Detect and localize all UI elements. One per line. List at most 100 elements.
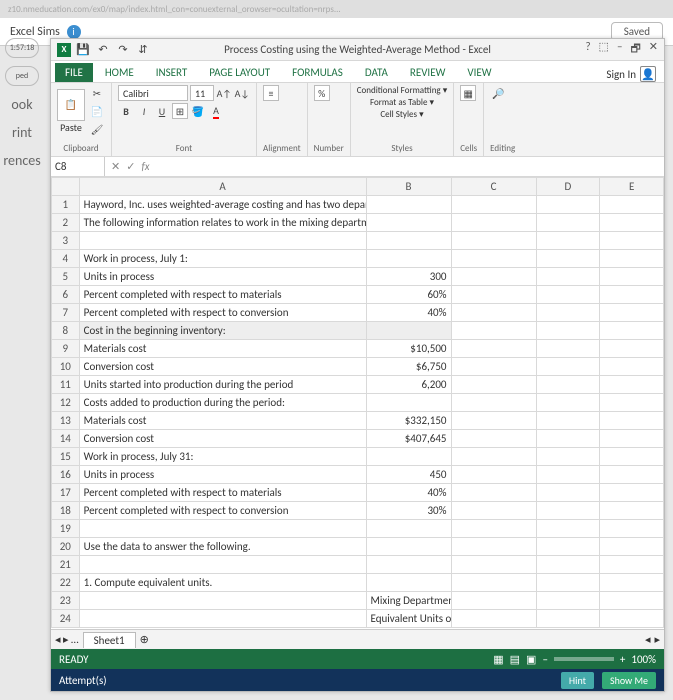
ribbon-options-icon[interactable]: ⬚ — [599, 40, 609, 59]
format-as-table-button[interactable]: Format as Table ▾ — [370, 97, 434, 108]
cell[interactable] — [600, 358, 664, 376]
cell[interactable] — [451, 304, 536, 322]
row-header[interactable]: 10 — [52, 358, 80, 376]
cell[interactable] — [536, 538, 600, 556]
cell[interactable] — [451, 268, 536, 286]
book-icon[interactable]: ook — [11, 94, 33, 114]
hint-button[interactable]: Hint — [561, 672, 594, 689]
alignment-icon[interactable]: ≡ — [263, 85, 279, 101]
cell[interactable] — [600, 250, 664, 268]
cell[interactable] — [366, 394, 451, 412]
cell[interactable] — [451, 430, 536, 448]
cell[interactable] — [536, 448, 600, 466]
cell[interactable] — [451, 196, 536, 214]
name-box[interactable]: C8 — [51, 157, 105, 176]
cell[interactable] — [451, 520, 536, 538]
cell[interactable] — [366, 448, 451, 466]
zoom-out-button[interactable]: – — [542, 653, 547, 666]
sidebar-item[interactable]: ped — [5, 66, 39, 86]
font-name-select[interactable]: Calibri — [118, 85, 188, 101]
cell[interactable]: $6,750 — [366, 358, 451, 376]
cell[interactable]: Use the data to answer the following. — [79, 538, 366, 556]
row-header[interactable]: 11 — [52, 376, 80, 394]
cell[interactable] — [366, 574, 451, 592]
cell[interactable]: 30% — [366, 502, 451, 520]
cell[interactable] — [600, 520, 664, 538]
cell[interactable] — [600, 574, 664, 592]
cell[interactable]: Percent completed with respect to materi… — [79, 286, 366, 304]
cell[interactable] — [451, 412, 536, 430]
fill-color-icon[interactable]: 🪣 — [190, 103, 206, 119]
cell[interactable] — [451, 322, 536, 340]
row-header[interactable]: 1 — [52, 196, 80, 214]
cell[interactable]: Materials cost — [79, 412, 366, 430]
cell[interactable]: $10,500 — [366, 340, 451, 358]
cell[interactable] — [536, 520, 600, 538]
cell[interactable] — [600, 322, 664, 340]
cell[interactable] — [600, 214, 664, 232]
percent-button[interactable]: % — [314, 85, 330, 101]
cell[interactable] — [600, 286, 664, 304]
conditional-formatting-button[interactable]: Conditional Formatting ▾ — [357, 85, 448, 96]
row-header[interactable]: 24 — [52, 610, 80, 628]
cell[interactable] — [536, 250, 600, 268]
bold-button[interactable]: B — [118, 103, 134, 119]
cell[interactable] — [366, 196, 451, 214]
cell[interactable] — [451, 574, 536, 592]
fx-icon[interactable]: fx — [141, 160, 149, 173]
cell[interactable] — [366, 538, 451, 556]
undo-icon[interactable]: ↶ — [95, 42, 111, 58]
cell[interactable] — [366, 232, 451, 250]
scroll-left-icon[interactable]: ◂ — [645, 633, 651, 646]
cell[interactable]: 450 — [366, 466, 451, 484]
cell[interactable] — [536, 412, 600, 430]
tab-view[interactable]: VIEW — [457, 63, 501, 82]
cell[interactable] — [451, 358, 536, 376]
cancel-formula-icon[interactable]: ✕ — [111, 160, 120, 173]
cell[interactable] — [366, 520, 451, 538]
cell[interactable]: Work in process, July 1: — [79, 250, 366, 268]
cell[interactable]: Cost in the beginning inventory: — [79, 322, 366, 340]
border-icon[interactable]: ⊞ — [172, 103, 188, 119]
cell[interactable]: The following information relates to wor… — [79, 214, 366, 232]
cell[interactable] — [536, 466, 600, 484]
cell[interactable] — [536, 394, 600, 412]
cell[interactable]: Percent completed with respect to conver… — [79, 502, 366, 520]
cell[interactable]: Percent completed with respect to materi… — [79, 484, 366, 502]
cell[interactable] — [366, 250, 451, 268]
editing-icon[interactable]: 🔎 — [490, 85, 506, 101]
touch-icon[interactable]: ⇵ — [135, 42, 151, 58]
cell[interactable] — [536, 268, 600, 286]
column-header-d[interactable]: D — [536, 178, 600, 196]
cell[interactable] — [79, 592, 366, 610]
cell[interactable]: $407,645 — [366, 430, 451, 448]
cell-styles-button[interactable]: Cell Styles ▾ — [380, 109, 423, 120]
row-header[interactable]: 7 — [52, 304, 80, 322]
cell[interactable]: 6,200 — [366, 376, 451, 394]
close-icon[interactable]: ✕ — [649, 40, 658, 59]
row-header[interactable]: 17 — [52, 484, 80, 502]
row-header[interactable]: 5 — [52, 268, 80, 286]
tab-formulas[interactable]: FORMULAS — [282, 63, 353, 82]
cell[interactable]: Percent completed with respect to conver… — [79, 304, 366, 322]
cell[interactable]: 40% — [366, 304, 451, 322]
cell[interactable] — [451, 232, 536, 250]
minimize-icon[interactable]: – — [617, 40, 622, 59]
sign-in-button[interactable]: Sign In 👤 — [606, 66, 656, 82]
cell[interactable] — [536, 340, 600, 358]
add-sheet-icon[interactable]: ⊕ — [140, 633, 149, 646]
row-header[interactable]: 18 — [52, 502, 80, 520]
cell[interactable] — [600, 484, 664, 502]
underline-button[interactable]: U — [154, 103, 170, 119]
cell[interactable] — [600, 448, 664, 466]
formula-bar-input[interactable] — [156, 161, 658, 173]
cell[interactable]: Work in process, July 31: — [79, 448, 366, 466]
cut-icon[interactable]: ✂ — [89, 85, 105, 101]
cell[interactable] — [600, 304, 664, 322]
column-header-b[interactable]: B — [366, 178, 451, 196]
row-header[interactable]: 9 — [52, 340, 80, 358]
cell[interactable] — [451, 376, 536, 394]
row-header[interactable]: 6 — [52, 286, 80, 304]
cell[interactable] — [536, 232, 600, 250]
row-header[interactable]: 13 — [52, 412, 80, 430]
